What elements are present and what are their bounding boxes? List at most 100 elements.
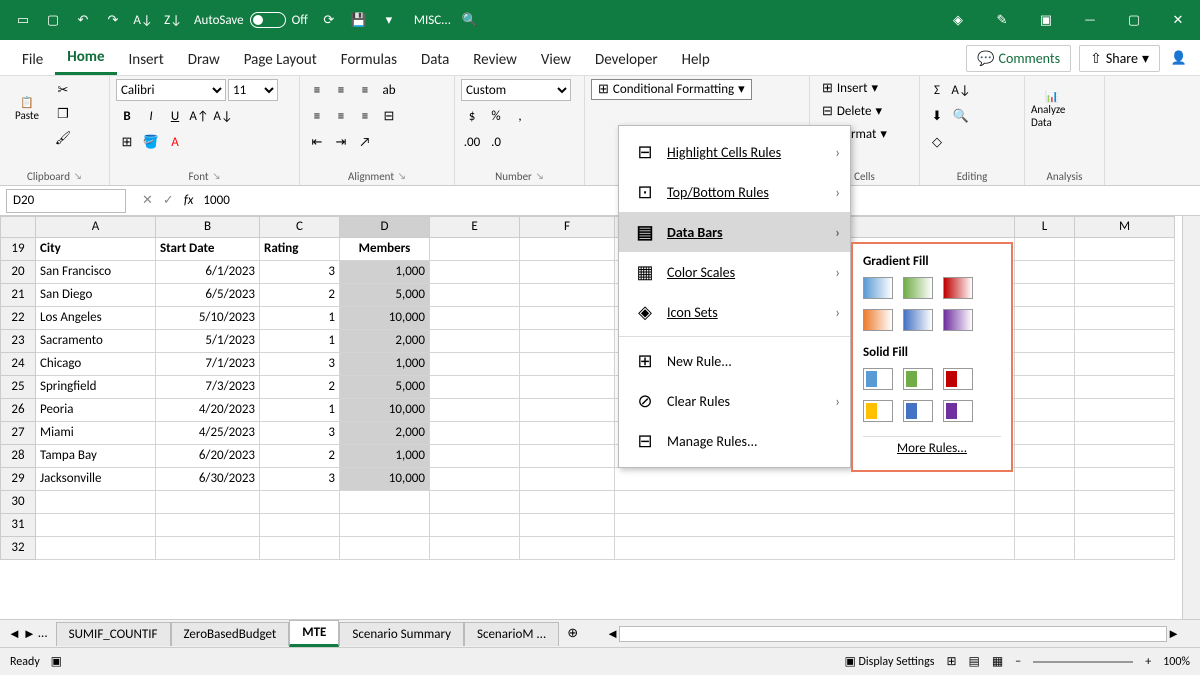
cell[interactable]: [1015, 491, 1075, 514]
cell[interactable]: [1075, 468, 1175, 491]
cell[interactable]: [156, 514, 260, 537]
cell[interactable]: [1015, 376, 1075, 399]
autosum-icon[interactable]: Σ: [926, 79, 948, 101]
indent-left-icon[interactable]: ⇤: [306, 131, 328, 153]
sheet-tab-5[interactable]: ScenarioM ...: [464, 622, 559, 646]
autosave-toggle[interactable]: AutoSave Off: [194, 12, 308, 28]
tab-help[interactable]: Help: [670, 45, 722, 75]
insert-cells-button[interactable]: ⊞ Insert ▾: [816, 79, 884, 98]
cell[interactable]: 10,000: [340, 307, 430, 330]
solid-blue[interactable]: [863, 368, 893, 390]
cell[interactable]: City: [36, 238, 156, 261]
redo-icon[interactable]: ↷: [100, 7, 126, 33]
analyze-data-button[interactable]: 📊Analyze Data: [1031, 79, 1073, 139]
cell[interactable]: Jacksonville: [36, 468, 156, 491]
merge-icon[interactable]: ⊟: [378, 105, 400, 127]
cell[interactable]: [260, 537, 340, 560]
orientation-icon[interactable]: ↗: [354, 131, 376, 153]
cell[interactable]: [430, 261, 520, 284]
row-header[interactable]: 32: [0, 537, 36, 560]
cell[interactable]: [520, 261, 615, 284]
tab-insert[interactable]: Insert: [117, 45, 176, 75]
sort-desc-icon[interactable]: Z↓: [160, 7, 186, 33]
row-header[interactable]: 22: [0, 307, 36, 330]
cell[interactable]: [430, 330, 520, 353]
cell[interactable]: [520, 353, 615, 376]
cell[interactable]: [615, 514, 1015, 537]
cell[interactable]: 7/1/2023: [156, 353, 260, 376]
increase-decimal-icon[interactable]: .00: [461, 131, 483, 153]
cell[interactable]: [1015, 537, 1075, 560]
row-header[interactable]: 31: [0, 514, 36, 537]
sort-asc-icon[interactable]: A↓: [130, 7, 156, 33]
cell[interactable]: [520, 307, 615, 330]
cell[interactable]: [520, 445, 615, 468]
cell[interactable]: San Diego: [36, 284, 156, 307]
tab-review[interactable]: Review: [461, 45, 529, 75]
cell[interactable]: 5,000: [340, 284, 430, 307]
font-color-icon[interactable]: A: [164, 131, 186, 153]
cell[interactable]: [260, 491, 340, 514]
cell[interactable]: 1,000: [340, 445, 430, 468]
gradient-purple[interactable]: [943, 309, 973, 331]
cell[interactable]: 6/20/2023: [156, 445, 260, 468]
minimize-icon[interactable]: —: [1070, 0, 1110, 40]
font-size-select[interactable]: 11: [228, 79, 278, 101]
cell[interactable]: [520, 399, 615, 422]
cell[interactable]: [1015, 330, 1075, 353]
maximize-icon[interactable]: ▢: [1114, 0, 1154, 40]
align-right-icon[interactable]: ≡: [354, 105, 376, 127]
cell[interactable]: [520, 376, 615, 399]
comma-icon[interactable]: ,: [509, 105, 531, 127]
share-button[interactable]: ⇧ Share ▾: [1079, 45, 1160, 72]
more-rules-button[interactable]: More Rules...: [863, 436, 1001, 460]
row-header[interactable]: 23: [0, 330, 36, 353]
cell[interactable]: [520, 330, 615, 353]
cell[interactable]: [430, 537, 520, 560]
cell[interactable]: [36, 491, 156, 514]
refresh-icon[interactable]: ⟳: [316, 7, 342, 33]
view-normal-icon[interactable]: ⊞: [946, 654, 956, 669]
cell[interactable]: [520, 468, 615, 491]
view-page-icon[interactable]: ▤: [969, 654, 980, 669]
cell[interactable]: 3: [260, 353, 340, 376]
col-header-a[interactable]: A: [36, 216, 156, 238]
gradient-lightblue[interactable]: [903, 309, 933, 331]
align-center-icon[interactable]: ≡: [330, 105, 352, 127]
cell[interactable]: San Francisco: [36, 261, 156, 284]
sheet-nav-more[interactable]: ...: [38, 626, 48, 642]
cell[interactable]: 6/5/2023: [156, 284, 260, 307]
sheet-nav-prev-icon[interactable]: ◄: [8, 626, 21, 642]
solid-red[interactable]: [943, 368, 973, 390]
cell[interactable]: 3: [260, 468, 340, 491]
cf-data-bars[interactable]: ▤ Data Bars ›: [619, 212, 850, 252]
tab-draw[interactable]: Draw: [176, 45, 232, 75]
solid-purple[interactable]: [943, 400, 973, 422]
cell[interactable]: [430, 353, 520, 376]
col-header-d[interactable]: D: [340, 216, 430, 238]
add-sheet-icon[interactable]: ⊕: [559, 626, 586, 641]
gradient-orange[interactable]: [863, 309, 893, 331]
cell[interactable]: [156, 537, 260, 560]
tab-formulas[interactable]: Formulas: [329, 45, 409, 75]
cell[interactable]: 1,000: [340, 261, 430, 284]
col-header-f[interactable]: F: [520, 216, 615, 238]
cell[interactable]: 2,000: [340, 330, 430, 353]
open-icon[interactable]: ▢: [40, 7, 66, 33]
tab-developer[interactable]: Developer: [583, 45, 670, 75]
horizontal-scrollbar[interactable]: ◄►: [586, 626, 1200, 642]
cell[interactable]: 6/1/2023: [156, 261, 260, 284]
cell[interactable]: [1015, 284, 1075, 307]
cf-new-rule[interactable]: ⊞ New Rule...: [619, 341, 850, 381]
macro-record-icon[interactable]: ▣: [51, 655, 62, 669]
solid-green[interactable]: [903, 368, 933, 390]
pencil-icon[interactable]: ✎: [982, 0, 1022, 40]
copy-icon[interactable]: ❐: [52, 103, 74, 125]
align-middle-icon[interactable]: ≡: [330, 79, 352, 101]
cell[interactable]: [1075, 445, 1175, 468]
col-header-m[interactable]: M: [1075, 216, 1175, 238]
row-header[interactable]: 30: [0, 491, 36, 514]
solid-lightblue[interactable]: [903, 400, 933, 422]
cell[interactable]: Sacramento: [36, 330, 156, 353]
diamond-icon[interactable]: ◈: [938, 0, 978, 40]
